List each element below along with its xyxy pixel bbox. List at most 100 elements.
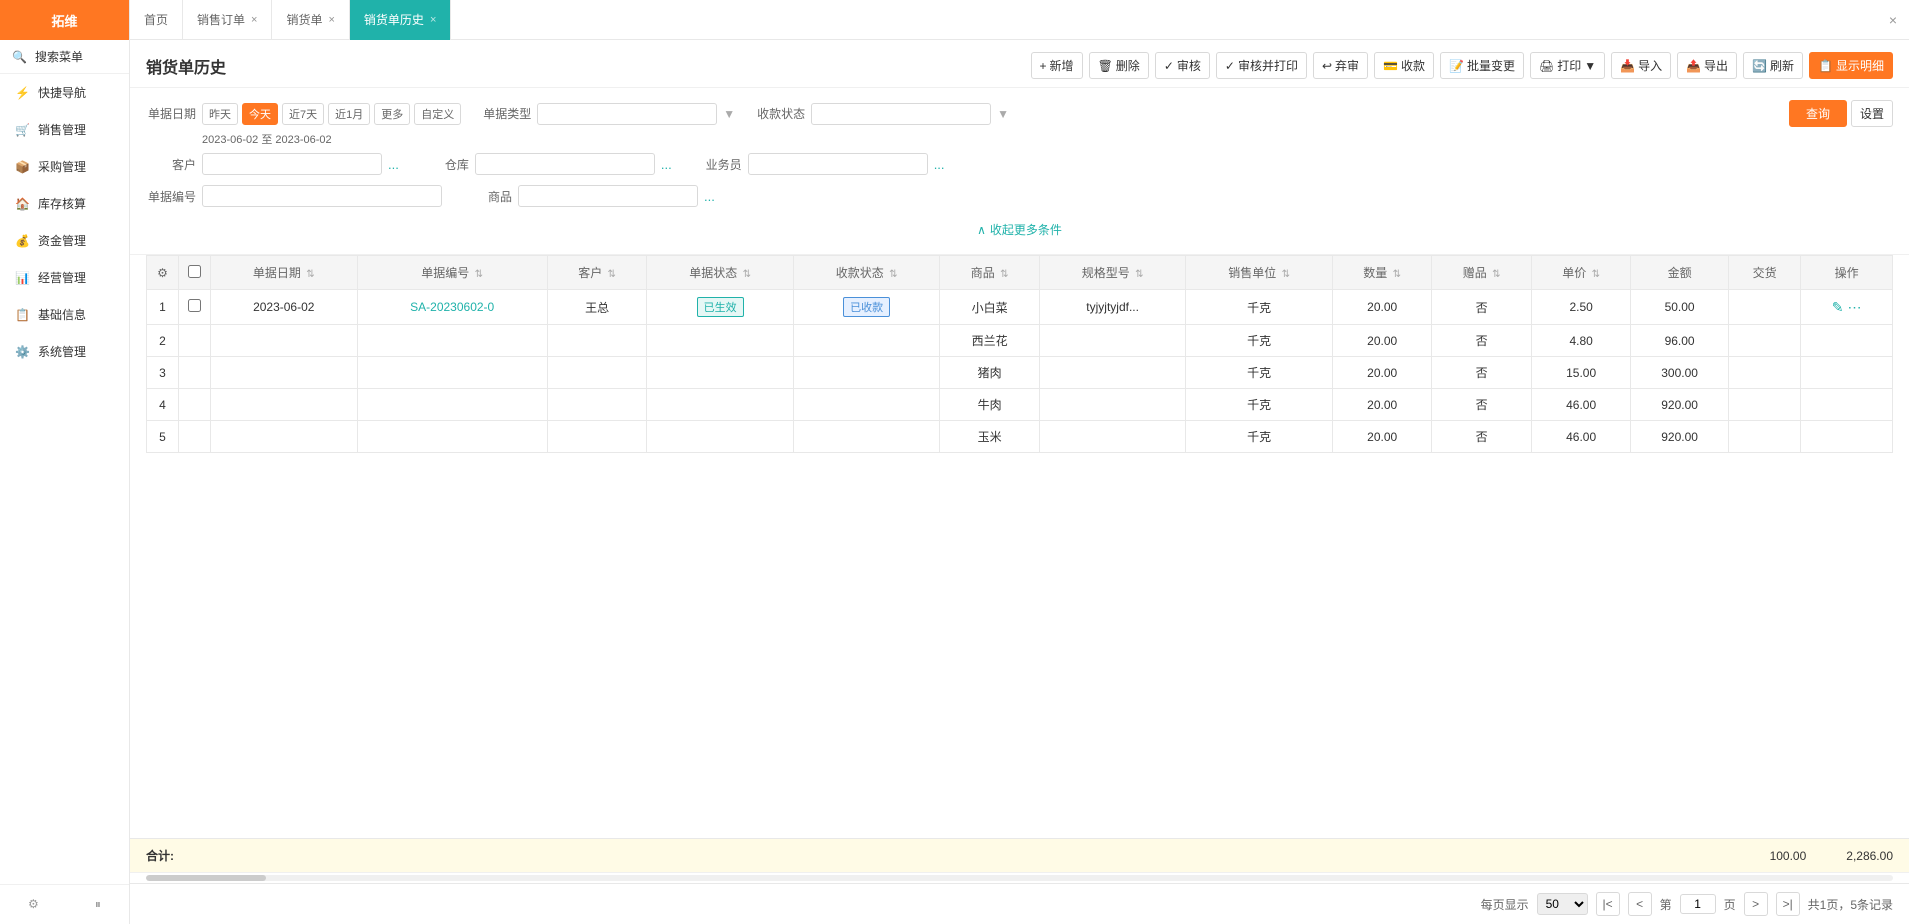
- per-page-select[interactable]: 50 100 200: [1537, 893, 1588, 915]
- cell-unit: 千克: [1186, 290, 1333, 325]
- row-checkbox[interactable]: [188, 299, 201, 312]
- th-price[interactable]: 单价 ⇅: [1531, 256, 1630, 290]
- filter-goods-dots[interactable]: ...: [704, 189, 715, 204]
- delete-label: 删除: [1116, 57, 1140, 74]
- edit-action-icon[interactable]: ✎: [1832, 299, 1844, 315]
- filter-staff-input[interactable]: [748, 153, 928, 175]
- tab-sales-goods-close[interactable]: ×: [328, 14, 334, 26]
- audit-button[interactable]: ✓ 审核: [1155, 52, 1210, 79]
- page-container: 销货单历史 + 新增 🗑 删除 ✓ 审核 ✓: [130, 40, 1909, 924]
- settings-filter-button[interactable]: 设置: [1851, 100, 1893, 127]
- date-btn-today[interactable]: 今天: [242, 103, 278, 125]
- delete-button[interactable]: 🗑 删除: [1089, 52, 1149, 79]
- date-btn-custom[interactable]: 自定义: [414, 103, 461, 125]
- import-button[interactable]: 📥 导入: [1611, 52, 1671, 79]
- th-doc-status[interactable]: 单据状态 ⇅: [647, 256, 794, 290]
- query-button[interactable]: 查询: [1789, 100, 1847, 127]
- receive-button[interactable]: 💳 收款: [1374, 52, 1434, 79]
- more-action-icon[interactable]: ⋯: [1848, 299, 1862, 315]
- th-amount: 金额: [1631, 256, 1728, 290]
- sidebar-bottom-collapse-icon[interactable]: ⏸: [87, 893, 109, 916]
- receive-label: 收款: [1401, 57, 1425, 74]
- cell-gift: 否: [1432, 389, 1531, 421]
- sales-icon: 🛒: [15, 123, 30, 137]
- horizontal-scrollbar[interactable]: [130, 872, 1909, 883]
- filter-payment-status-label: 收款状态: [755, 105, 805, 122]
- export-button[interactable]: 📤 导出: [1677, 52, 1737, 79]
- tab-home[interactable]: 首页: [130, 0, 183, 40]
- sidebar-item-inventory[interactable]: 🏠 库存核算: [0, 185, 129, 222]
- th-unit[interactable]: 销售单位 ⇅: [1186, 256, 1333, 290]
- date-btn-yesterday[interactable]: 昨天: [202, 103, 238, 125]
- tab-sales-order[interactable]: 销售订单 ×: [183, 0, 272, 40]
- print-button[interactable]: 🖨 打印 ▼: [1530, 52, 1605, 79]
- filter-doc-no-input[interactable]: [202, 185, 442, 207]
- th-gift[interactable]: 赠品 ⇅: [1432, 256, 1531, 290]
- abandon-button[interactable]: ↩ 弃审: [1313, 52, 1368, 79]
- cell-date: [211, 389, 358, 421]
- audit-print-label: 审核并打印: [1238, 57, 1298, 74]
- doc-no-link[interactable]: SA-20230602-0: [410, 300, 494, 314]
- th-date[interactable]: 单据日期 ⇅: [211, 256, 358, 290]
- page-last-btn[interactable]: >|: [1776, 892, 1800, 916]
- filter-warehouse-dots[interactable]: ...: [661, 157, 672, 172]
- sidebar-item-basic-info[interactable]: 📋 基础信息: [0, 296, 129, 333]
- sidebar-item-sys-mgmt[interactable]: ⚙️ 系统管理: [0, 333, 129, 370]
- batch-change-button[interactable]: 📝 批量变更: [1440, 52, 1524, 79]
- page-next-btn[interactable]: >: [1744, 892, 1768, 916]
- date-btn-1month[interactable]: 近1月: [328, 103, 370, 125]
- filter-warehouse-item: 仓库 ...: [419, 153, 672, 175]
- filter-staff-dots[interactable]: ...: [934, 157, 945, 172]
- sidebar-item-purchase[interactable]: 📦 采购管理: [0, 148, 129, 185]
- sidebar-bottom-settings-icon[interactable]: ⚙: [20, 893, 47, 916]
- table-settings-icon[interactable]: ⚙: [157, 266, 168, 280]
- tab-sales-goods[interactable]: 销货单 ×: [272, 0, 349, 40]
- cell-transaction: [1728, 421, 1801, 453]
- tab-sales-history-close[interactable]: ×: [430, 14, 436, 26]
- topbar-right: ×: [1877, 12, 1909, 28]
- sidebar-item-quick-nav[interactable]: ⚡ 快捷导航: [0, 74, 129, 111]
- scrollbar-thumb[interactable]: [146, 875, 266, 881]
- cell-checkbox: [179, 290, 211, 325]
- th-settings[interactable]: ⚙: [147, 256, 179, 290]
- th-doc-no[interactable]: 单据编号 ⇅: [357, 256, 547, 290]
- date-btn-7days[interactable]: 近7天: [282, 103, 324, 125]
- sidebar-item-operation[interactable]: 📊 经营管理: [0, 259, 129, 296]
- sidebar-item-search-menu[interactable]: 🔍 搜索菜单: [0, 40, 129, 74]
- cell-doc-no: [357, 421, 547, 453]
- th-customer[interactable]: 客户 ⇅: [547, 256, 646, 290]
- show-detail-button[interactable]: 📋 显示明细: [1809, 52, 1893, 79]
- page-first-btn[interactable]: |<: [1596, 892, 1620, 916]
- audit-print-button[interactable]: ✓ 审核并打印: [1216, 52, 1307, 79]
- filter-doc-type-input[interactable]: [537, 103, 717, 125]
- sidebar-item-fund[interactable]: 💰 资金管理: [0, 222, 129, 259]
- cell-actions: [1801, 357, 1893, 389]
- sort-price-icon: ⇅: [1592, 269, 1600, 280]
- cell-goods: 牛肉: [940, 389, 1039, 421]
- show-detail-icon: 📋: [1818, 59, 1833, 73]
- th-spec[interactable]: 规格型号 ⇅: [1039, 256, 1186, 290]
- refresh-button[interactable]: 🔄 刷新: [1743, 52, 1803, 79]
- cell-spec: tyjyjtyjdf...: [1039, 290, 1186, 325]
- th-payment-status[interactable]: 收款状态 ⇅: [793, 256, 940, 290]
- table-row: 5 玉米 千克 20.00 否 46.00 920.00: [147, 421, 1893, 453]
- tab-sales-order-close[interactable]: ×: [251, 14, 257, 26]
- th-quantity[interactable]: 数量 ⇅: [1332, 256, 1431, 290]
- select-all-checkbox[interactable]: [188, 265, 201, 278]
- page-prev-btn[interactable]: <: [1628, 892, 1652, 916]
- topbar-close-all-btn[interactable]: ×: [1889, 12, 1897, 28]
- filter-payment-status-input[interactable]: [811, 103, 991, 125]
- date-btn-more[interactable]: 更多: [374, 103, 410, 125]
- refresh-label: 刷新: [1770, 57, 1794, 74]
- filter-goods-input[interactable]: [518, 185, 698, 207]
- tab-sales-goods-label: 销货单: [286, 11, 322, 28]
- collapse-filter-btn[interactable]: ∧ 收起更多条件: [146, 217, 1893, 242]
- th-goods[interactable]: 商品 ⇅: [940, 256, 1039, 290]
- filter-customer-dots[interactable]: ...: [388, 157, 399, 172]
- page-number-input[interactable]: 1: [1680, 894, 1716, 914]
- sidebar-item-sales[interactable]: 🛒 销售管理: [0, 111, 129, 148]
- filter-customer-input[interactable]: [202, 153, 382, 175]
- tab-sales-history[interactable]: 销货单历史 ×: [350, 0, 451, 40]
- new-button[interactable]: + 新增: [1031, 52, 1083, 79]
- filter-warehouse-input[interactable]: [475, 153, 655, 175]
